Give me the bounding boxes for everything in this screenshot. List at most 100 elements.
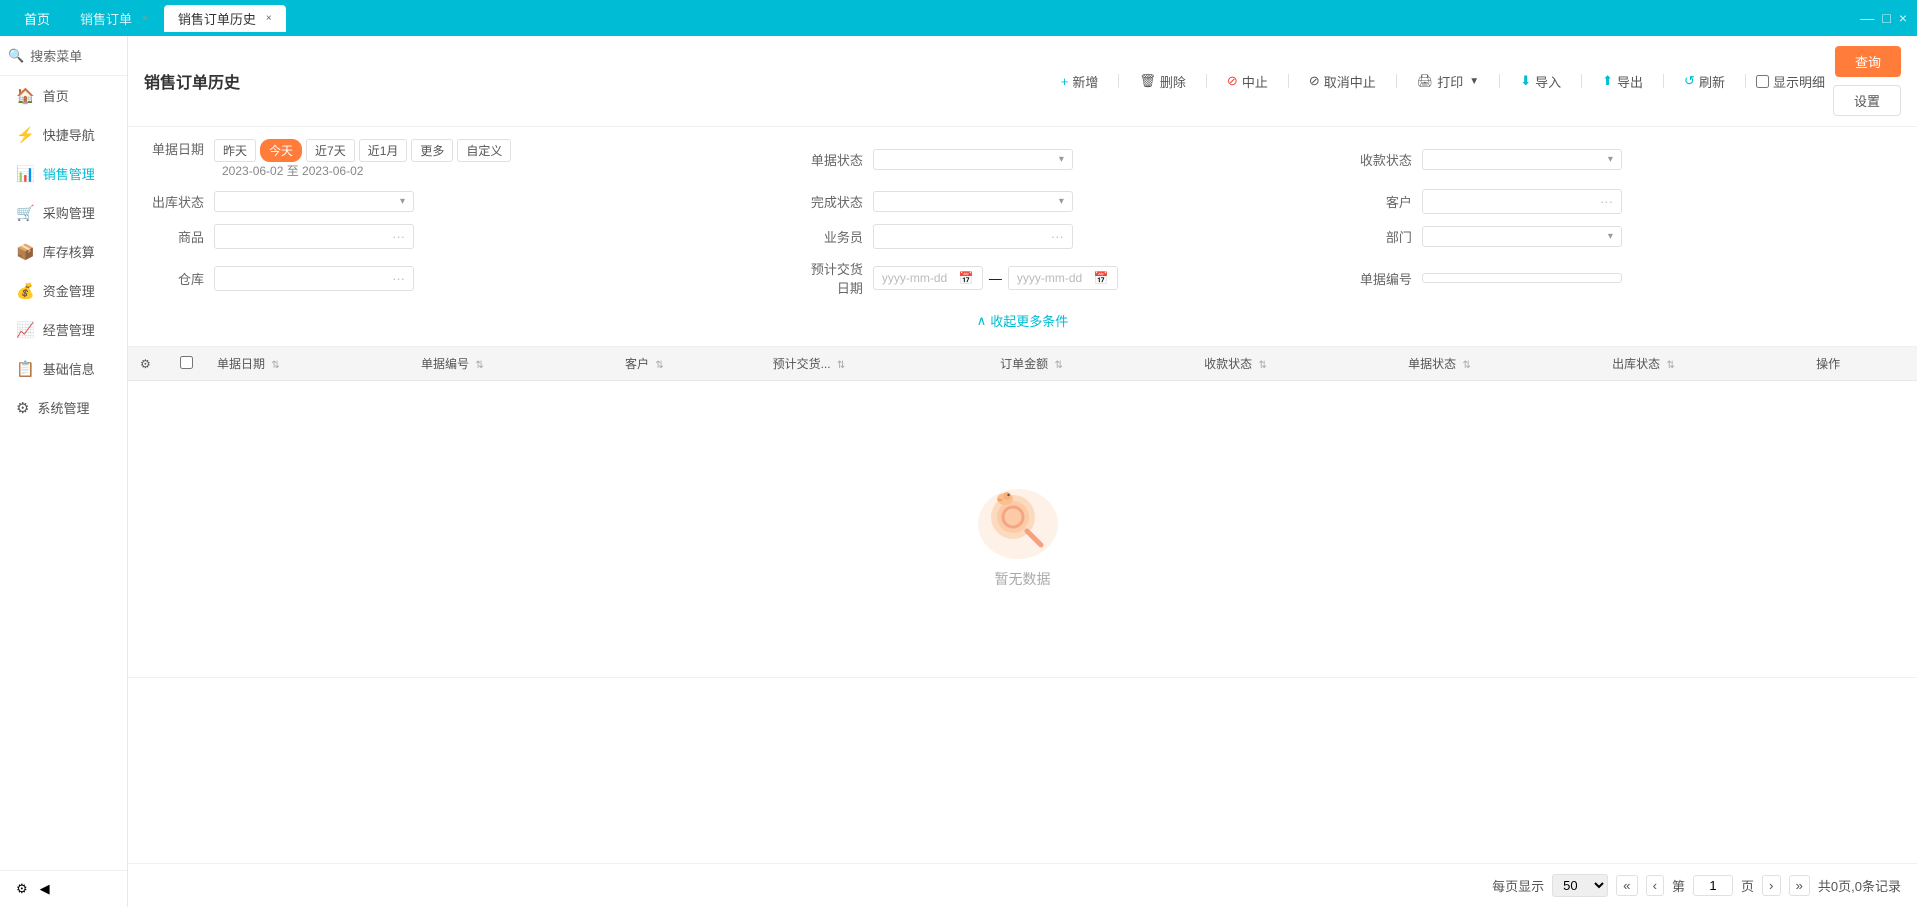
export-label: 导出 — [1617, 72, 1643, 91]
last-page-button[interactable]: » — [1789, 875, 1810, 896]
delivery-status-label: 出库状态 — [144, 192, 214, 211]
close-sales-order-tab-icon[interactable]: × — [142, 13, 148, 24]
window-minimize-icon[interactable]: — — [1860, 10, 1874, 26]
col-payment-status: 收款状态 ⇅ — [1192, 347, 1396, 381]
col-date-sort-icon[interactable]: ⇅ — [271, 360, 279, 371]
first-page-button[interactable]: « — [1616, 875, 1637, 896]
complete-status-select[interactable]: ▾ — [873, 191, 1073, 212]
sidebar-item-base-info[interactable]: 📋 基础信息 — [0, 349, 127, 388]
settings-button[interactable]: 设置 — [1833, 85, 1901, 116]
prev-page-button[interactable]: ‹ — [1646, 875, 1664, 896]
display-toggle[interactable]: 显示明细 — [1756, 72, 1825, 91]
date-today-btn[interactable]: 今天 — [260, 139, 302, 162]
sidebar-item-operations[interactable]: 📈 经营管理 — [0, 310, 127, 349]
page-number-input[interactable] — [1693, 875, 1733, 896]
complete-status-label: 完成状态 — [803, 192, 873, 211]
cancel-stop-button[interactable]: ⊘ 取消中止 — [1299, 68, 1386, 95]
col-customer-sort-icon[interactable]: ⇅ — [655, 360, 663, 371]
delivery-status-select[interactable]: ▾ — [214, 191, 414, 212]
display-toggle-checkbox[interactable] — [1756, 75, 1769, 88]
tab-sales-order[interactable]: 销售订单 × — [66, 5, 162, 32]
delete-button[interactable]: 🗑 删除 — [1129, 68, 1196, 95]
col-delivery-status: 出库状态 ⇅ — [1600, 347, 1804, 381]
order-number-label: 单据编号 — [1352, 269, 1422, 288]
search-menu-label: 搜索菜单 — [30, 46, 82, 65]
sidebar-item-finance[interactable]: 💰 资金管理 — [0, 271, 127, 310]
date-1month-btn[interactable]: 近1月 — [359, 139, 408, 162]
sidebar-item-sales[interactable]: 📊 销售管理 — [0, 154, 127, 193]
stop-button[interactable]: ⊘ 中止 — [1217, 68, 1278, 95]
col-order-status-sort-icon[interactable]: ⇅ — [1462, 360, 1470, 371]
export-button[interactable]: ⬆ 导出 — [1592, 68, 1653, 95]
date-7days-btn[interactable]: 近7天 — [306, 139, 355, 162]
product-ellipsis-icon[interactable]: ··· — [392, 229, 405, 244]
sidebar-item-purchase[interactable]: 🛒 采购管理 — [0, 193, 127, 232]
refresh-button[interactable]: ↺ 刷新 — [1674, 68, 1735, 95]
select-all-checkbox[interactable] — [180, 356, 193, 369]
divider-6 — [1581, 74, 1582, 88]
warehouse-ellipsis-icon[interactable]: ··· — [392, 271, 405, 286]
query-button[interactable]: 查询 — [1835, 46, 1901, 77]
col-amount-sort-icon[interactable]: ⇅ — [1054, 360, 1062, 371]
close-sales-order-history-tab-icon[interactable]: × — [266, 13, 272, 24]
date-yesterday-btn[interactable]: 昨天 — [214, 139, 256, 162]
tab-sales-order-history[interactable]: 销售订单历史 × — [164, 5, 286, 32]
date-filter-control: 昨天 今天 近7天 近1月 更多 自定义 2023-06-02 至 2023-0… — [214, 139, 511, 179]
product-input[interactable]: ··· — [214, 224, 414, 249]
collapse-up-icon: ∧ — [977, 313, 987, 329]
page-size-label: 每页显示 — [1492, 876, 1544, 895]
col-delivery-date-sort-icon[interactable]: ⇅ — [837, 360, 845, 371]
col-amount: 订单金额 ⇅ — [988, 347, 1192, 381]
import-button[interactable]: ⬇ 导入 — [1510, 68, 1571, 95]
print-button[interactable]: 🖨 打印 ▼ — [1407, 68, 1489, 95]
sidebar-purchase-label: 采购管理 — [43, 203, 95, 222]
salesperson-ellipsis-icon[interactable]: ··· — [1051, 229, 1064, 244]
order-number-input[interactable] — [1422, 273, 1622, 283]
order-status-label: 单据状态 — [803, 150, 873, 169]
col-delivery-status-sort-icon[interactable]: ⇅ — [1666, 360, 1674, 371]
department-chevron-icon: ▾ — [1608, 231, 1613, 242]
collapse-filter-btn[interactable]: ∧ 收起更多条件 — [144, 307, 1901, 334]
payment-status-label: 收款状态 — [1352, 150, 1422, 169]
sidebar-collapse-icon[interactable]: ◀ — [40, 881, 50, 897]
empty-text: 暂无数据 — [995, 569, 1051, 589]
col-customer-label: 客户 — [625, 357, 649, 371]
customer-ellipsis-icon[interactable]: ··· — [1600, 194, 1613, 209]
filter-row-3: 商品 ··· 业务员 ··· 部门 — [144, 224, 1901, 249]
payment-status-select[interactable]: ▾ — [1422, 149, 1622, 170]
salesperson-input[interactable]: ··· — [873, 224, 1073, 249]
home-tab-label: 首页 — [24, 9, 50, 28]
new-label: 新增 — [1072, 72, 1098, 91]
delivery-date-end-value: yyyy-mm-dd — [1017, 271, 1082, 285]
next-page-button[interactable]: › — [1762, 875, 1780, 896]
col-number-sort-icon[interactable]: ⇅ — [475, 360, 483, 371]
page-label: 第 — [1672, 876, 1685, 895]
search-menu-icon: 🔍 — [8, 48, 24, 64]
warehouse-input[interactable]: ··· — [214, 266, 414, 291]
window-maximize-icon[interactable]: □ — [1882, 10, 1890, 26]
col-operation-label: 操作 — [1816, 357, 1840, 371]
customer-input[interactable]: ··· — [1422, 189, 1622, 214]
purchase-icon: 🛒 — [16, 204, 35, 222]
order-status-select[interactable]: ▾ — [873, 149, 1073, 170]
table-settings-icon[interactable]: ⚙ — [140, 357, 151, 371]
delivery-date-end[interactable]: yyyy-mm-dd 📅 — [1008, 266, 1118, 290]
department-select[interactable]: ▾ — [1422, 226, 1622, 247]
tab-home[interactable]: 首页 — [10, 5, 64, 32]
sidebar-search[interactable]: 🔍 搜索菜单 — [0, 36, 127, 76]
date-more-btn[interactable]: 更多 — [411, 139, 453, 162]
window-close-icon[interactable]: × — [1899, 10, 1907, 26]
sidebar-item-quick-nav[interactable]: ⚡ 快捷导航 — [0, 115, 127, 154]
sidebar-item-system[interactable]: ⚙ 系统管理 — [0, 388, 127, 427]
sidebar-item-home[interactable]: 🏠 首页 — [0, 76, 127, 115]
sidebar-settings-icon[interactable]: ⚙ — [16, 881, 28, 897]
col-check[interactable] — [168, 347, 205, 381]
col-payment-status-sort-icon[interactable]: ⇅ — [1258, 360, 1266, 371]
sidebar-item-inventory[interactable]: 📦 库存核算 — [0, 232, 127, 271]
delivery-date-start[interactable]: yyyy-mm-dd 📅 — [873, 266, 983, 290]
col-settings[interactable]: ⚙ — [128, 347, 168, 381]
payment-status-chevron-icon: ▾ — [1608, 154, 1613, 165]
page-size-select[interactable]: 20 50 100 200 — [1552, 874, 1608, 897]
new-button[interactable]: + 新增 — [1051, 68, 1109, 95]
date-custom-btn[interactable]: 自定义 — [457, 139, 511, 162]
